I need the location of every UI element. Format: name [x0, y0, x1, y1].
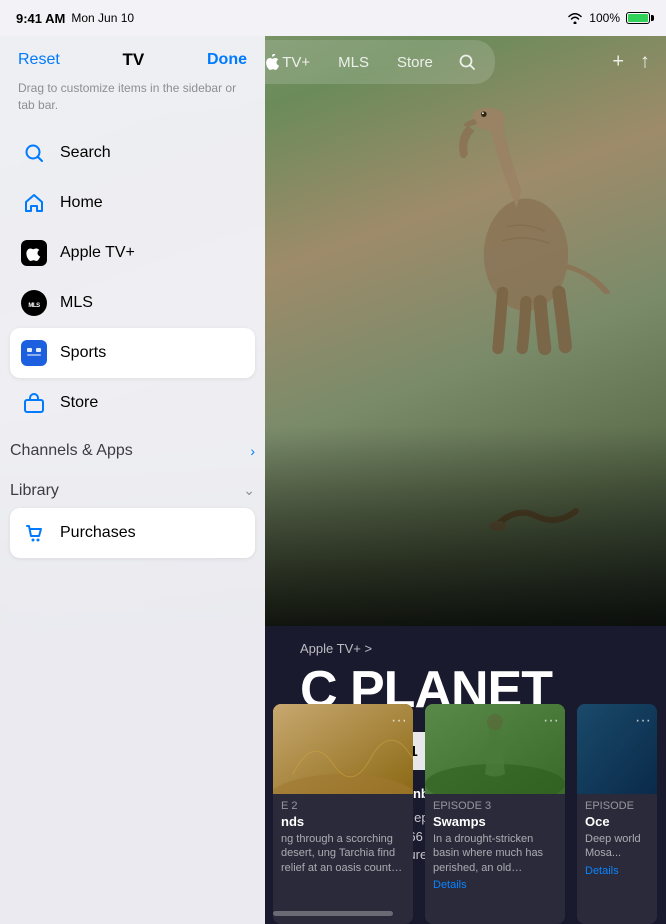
episode-card-2[interactable]: EPISODE 3 Swamps In a drought-stricken b…	[425, 704, 565, 924]
library-chevron-icon: ⌄	[243, 482, 255, 499]
sidebar-items-list: Search Home Apple TV+	[0, 128, 265, 428]
appletv-logo	[21, 240, 47, 266]
sidebar-item-mls[interactable]: MLS MLS	[10, 278, 255, 328]
episode-card-3[interactable]: EPISODE Oce Deep world Mosa... Details ·…	[577, 704, 657, 924]
tab-store[interactable]: Store	[383, 49, 447, 76]
home-icon	[20, 189, 48, 217]
wifi-icon	[567, 12, 583, 24]
sidebar-item-home[interactable]: Home	[10, 178, 255, 228]
sidebar-item-search[interactable]: Search	[10, 128, 255, 178]
mls-logo: MLS	[21, 290, 47, 316]
tab-appletv-label: TV+	[282, 54, 310, 71]
episode-1-desc: ng through a scorching desert, ung Tarch…	[281, 832, 405, 875]
episode-2-more-button[interactable]: ···	[543, 712, 559, 730]
sidebar-item-sports[interactable]: Sports	[10, 328, 255, 378]
add-button[interactable]: +	[612, 51, 624, 74]
drag-hint: Drag to customize items in the sidebar o…	[0, 80, 265, 128]
sports-icon	[20, 339, 48, 367]
episode-2-info: EPISODE 3 Swamps In a drought-stricken b…	[425, 794, 565, 897]
search-icon	[20, 139, 48, 167]
episodes-row: E 2 nds ng through a scorching desert, u…	[265, 704, 666, 924]
sidebar-item-purchases[interactable]: Purchases	[10, 508, 255, 558]
mls-icon: MLS	[20, 289, 48, 317]
search-icon-nav	[458, 53, 476, 71]
done-button[interactable]: Done	[207, 51, 247, 69]
sidebar-item-purchases-label: Purchases	[60, 524, 136, 542]
status-time: 9:41 AM	[16, 11, 65, 26]
apple-logo-nav	[265, 54, 279, 70]
nav-right-buttons: + ↑	[612, 51, 650, 74]
episode-2-title: Swamps	[433, 814, 557, 829]
episode-3-number: EPISODE	[585, 800, 649, 812]
library-section: Library ⌄ Purchases	[0, 468, 265, 562]
sidebar-item-home-label: Home	[60, 194, 103, 212]
creature-image	[426, 86, 626, 386]
episode-1-number: E 2	[281, 800, 405, 812]
battery-icon	[626, 12, 650, 24]
search-icon-svg	[23, 142, 45, 164]
status-bar: 9:41 AM Mon Jun 10 100%	[0, 0, 666, 36]
episode-3-details-link[interactable]: Details	[585, 865, 649, 877]
channels-section-header[interactable]: Channels & Apps ›	[0, 428, 265, 468]
episode-2-desc: In a drought-stricken basin where much h…	[433, 832, 557, 875]
episode-3-info: EPISODE Oce Deep world Mosa... Details	[577, 794, 657, 883]
library-label: Library	[10, 482, 59, 500]
episode-card-1[interactable]: E 2 nds ng through a scorching desert, u…	[273, 704, 413, 924]
sidebar-item-appletv-label: Apple TV+	[60, 244, 135, 262]
hero-badge[interactable]: Apple TV+ >	[300, 641, 646, 656]
episode-1-more-button[interactable]: ···	[391, 712, 407, 730]
sidebar-item-mls-label: MLS	[60, 294, 93, 312]
sidebar-title: TV	[123, 50, 145, 70]
channels-chevron-icon: ›	[250, 443, 255, 459]
episode-2-number: EPISODE 3	[433, 800, 557, 812]
episode-3-desc: Deep world Mosa...	[585, 832, 649, 861]
status-date: Mon Jun 10	[71, 11, 134, 25]
sidebar-header: Reset TV Done	[0, 36, 265, 80]
home-icon-svg	[23, 192, 45, 214]
appletv-icon	[20, 239, 48, 267]
sidebar-item-sports-label: Sports	[60, 344, 106, 362]
sidebar: Reset TV Done Drag to customize items in…	[0, 36, 265, 924]
store-icon-svg	[23, 392, 45, 414]
home-bar	[273, 911, 393, 916]
svg-text:MLS: MLS	[28, 303, 40, 309]
library-header[interactable]: Library ⌄	[10, 476, 255, 508]
episode-1-info: E 2 nds ng through a scorching desert, u…	[273, 794, 413, 881]
sidebar-item-store[interactable]: Store	[10, 378, 255, 428]
sidebar-item-store-label: Store	[60, 394, 98, 412]
episode-3-more-button[interactable]: ···	[635, 712, 651, 730]
sidebar-item-appletv[interactable]: Apple TV+	[10, 228, 255, 278]
battery-percent: 100%	[589, 11, 620, 25]
purchases-icon	[20, 519, 48, 547]
nav-search-button[interactable]	[451, 46, 483, 78]
reset-button[interactable]: Reset	[18, 51, 60, 69]
episode-2-details-link[interactable]: Details	[433, 879, 557, 891]
tab-mls[interactable]: MLS	[324, 49, 383, 76]
purchases-icon-svg	[23, 522, 45, 544]
status-indicators: 100%	[567, 11, 650, 25]
episode-3-title: Oce	[585, 814, 649, 829]
sidebar-item-search-label: Search	[60, 144, 111, 162]
channels-section-label: Channels & Apps	[10, 442, 133, 460]
store-icon	[20, 389, 48, 417]
share-button[interactable]: ↑	[640, 51, 650, 74]
episode-1-title: nds	[281, 814, 405, 829]
sports-logo	[21, 340, 47, 366]
